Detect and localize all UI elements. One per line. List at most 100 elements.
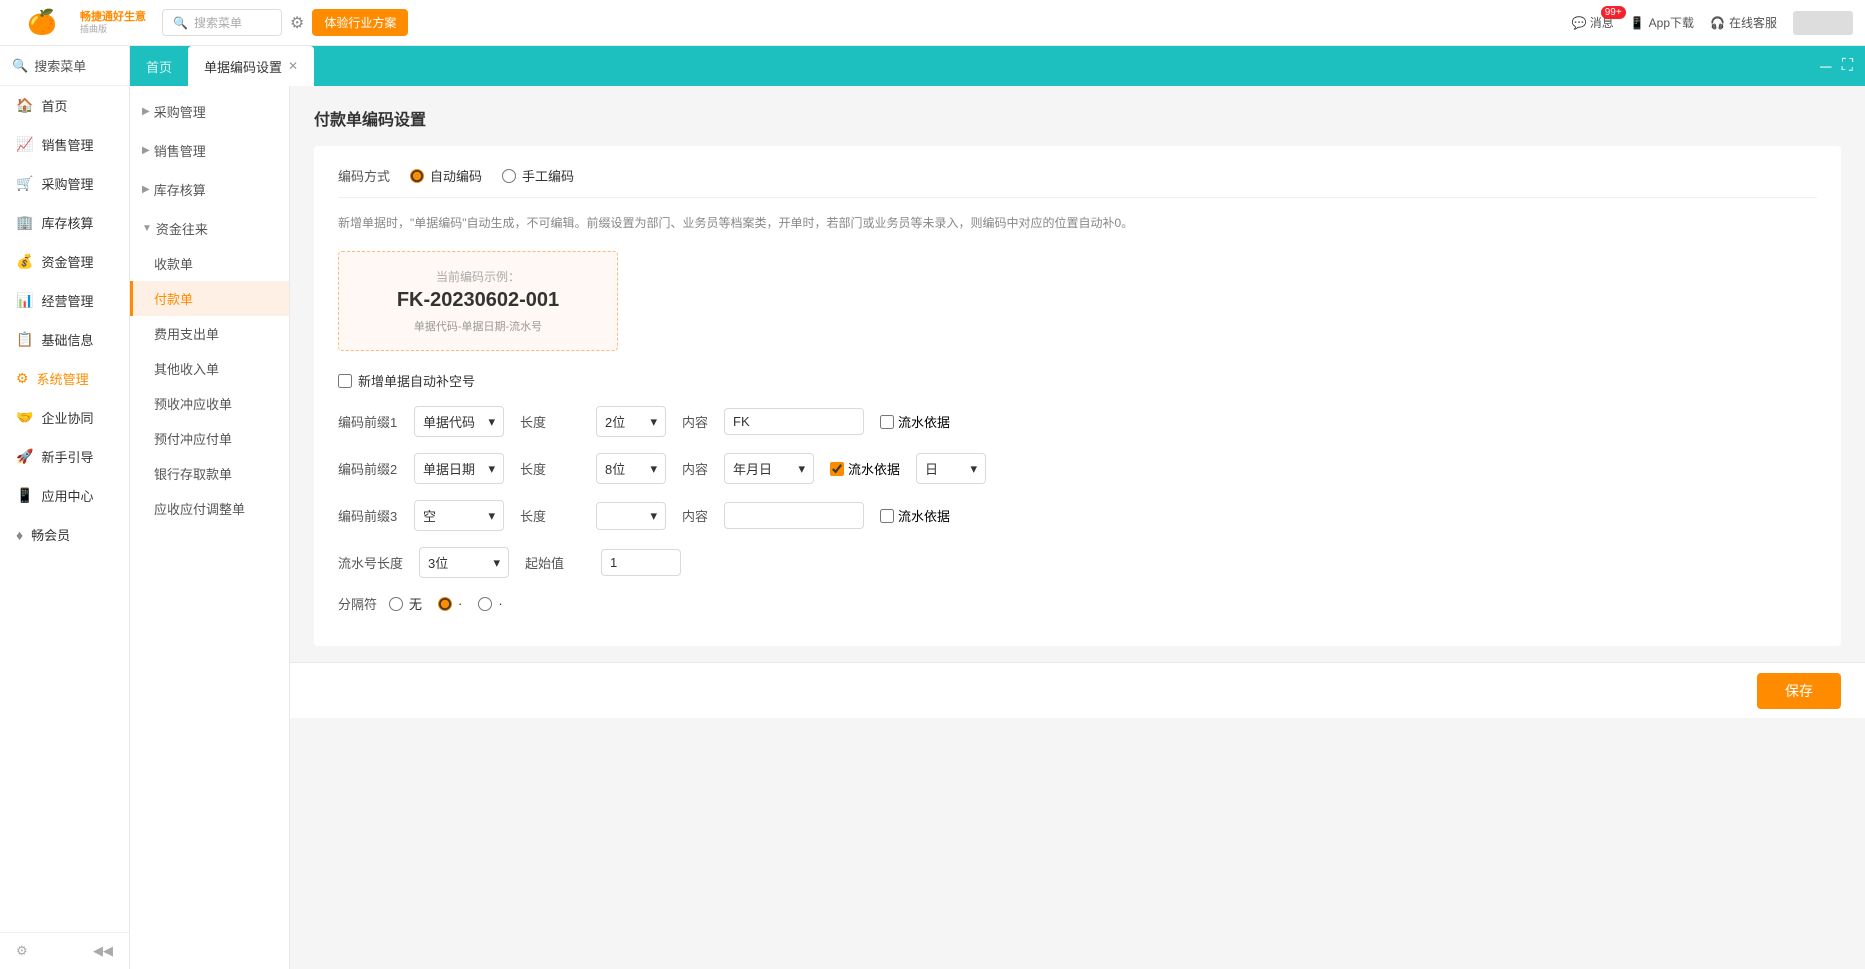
sidebar-item-guide[interactable]: 🚀 新手引导: [0, 437, 129, 476]
sep-none-radio[interactable]: [389, 597, 403, 611]
online-service[interactable]: 🎧 在线客服: [1710, 14, 1777, 31]
sidebar-label-finance: 资金管理: [41, 252, 93, 271]
sub-menu-header-sales[interactable]: ▶ 销售管理: [130, 133, 289, 168]
sub-menu-header-purchase[interactable]: ▶ 采购管理: [130, 94, 289, 129]
sep-dot-radio[interactable]: [438, 597, 452, 611]
header-left: 🍊 畅捷通好生意 插曲版 🔍 搜索菜单 ⚙ 体验行业方案: [12, 5, 408, 41]
sub-menu-stock-label: 库存核算: [154, 180, 206, 199]
sub-item-bank-label: 银行存取款单: [154, 467, 232, 482]
content3-input[interactable]: [724, 502, 864, 529]
search-placeholder: 搜索菜单: [194, 14, 242, 31]
operations-icon: 📊: [16, 292, 33, 309]
length3-select[interactable]: ▾: [596, 502, 666, 530]
sidebar-nav: 🏠 首页 📈 销售管理 🛒 采购管理 🏢 库存核算 💰 资金管理 📊 经: [0, 86, 129, 932]
sub-item-bank[interactable]: 银行存取款单: [130, 456, 289, 491]
purchase-icon: 🛒: [16, 175, 33, 192]
sidebar-search-icon: 🔍: [12, 58, 28, 74]
sub-menu-sales-label: 销售管理: [154, 141, 206, 160]
sub-item-other-income[interactable]: 其他收入单: [130, 351, 289, 386]
sidebar-item-system[interactable]: ⚙ 系统管理: [0, 359, 129, 398]
header-search-box[interactable]: 🔍 搜索菜单: [162, 9, 282, 36]
sidebar-item-finance[interactable]: 💰 资金管理: [0, 242, 129, 281]
auto-fill-checkbox[interactable]: [338, 374, 352, 388]
serial-length-select[interactable]: 3位 ▾: [419, 547, 509, 578]
watermark2-checkbox[interactable]: [830, 462, 844, 476]
prefix2-select[interactable]: 单据日期 ▾: [414, 453, 504, 484]
tab-home[interactable]: 首页: [130, 46, 188, 86]
message-icon: 💬: [1572, 16, 1587, 30]
sidebar-item-apps[interactable]: 📱 应用中心: [0, 476, 129, 515]
sub-item-advance-pay[interactable]: 预付冲应付单: [130, 421, 289, 456]
brand-name: 畅捷通好生意: [80, 11, 146, 24]
sub-menu-header-capital[interactable]: ▼ 资金往来: [130, 211, 289, 246]
length2-dropdown-icon: ▾: [650, 461, 657, 477]
app-download[interactable]: 📱 App下载: [1630, 14, 1694, 31]
tab-close-icon[interactable]: ✕: [288, 59, 298, 73]
save-button[interactable]: 保存: [1757, 673, 1841, 709]
sub-item-advance-pay-label: 预付冲应付单: [154, 432, 232, 447]
length3-dropdown-icon: ▾: [650, 508, 657, 524]
trial-btn[interactable]: 体验行业方案: [312, 9, 408, 36]
sidebar-item-base[interactable]: 📋 基础信息: [0, 320, 129, 359]
sidebar-item-sales[interactable]: 📈 销售管理: [0, 125, 129, 164]
settings-gear-icon[interactable]: ⚙: [16, 943, 28, 959]
manual-encode-radio[interactable]: [502, 169, 516, 183]
tab-bar: 首页 单据编码设置 ✕ － ⛶: [130, 46, 1865, 86]
manual-encode-option[interactable]: 手工编码: [502, 166, 574, 185]
tab-code-settings[interactable]: 单据编码设置 ✕: [188, 46, 314, 86]
tab-expand-icon[interactable]: ⛶: [1842, 57, 1853, 75]
brand-text: 畅捷通好生意 插曲版: [80, 11, 146, 35]
sidebar-search[interactable]: 🔍 搜索菜单: [0, 46, 129, 86]
watermark1-checkbox[interactable]: [880, 415, 894, 429]
tab-minimize-icon[interactable]: －: [1818, 54, 1834, 78]
user-avatar[interactable]: [1793, 11, 1853, 35]
sidebar-item-operations[interactable]: 📊 经营管理: [0, 281, 129, 320]
length1-label: 长度: [520, 412, 580, 431]
content1-input[interactable]: [724, 408, 864, 435]
watermark3-checkbox[interactable]: [880, 509, 894, 523]
settings-icon[interactable]: ⚙: [290, 13, 304, 33]
sidebar-item-inventory[interactable]: 🏢 库存核算: [0, 203, 129, 242]
prefix2-dropdown-icon: ▾: [488, 461, 495, 477]
chevron-right-icon3: ▶: [142, 184, 150, 195]
auto-fill-row: 新增单据自动补空号: [338, 371, 1817, 390]
sub-item-adjust[interactable]: 应收应付调整单: [130, 491, 289, 526]
prefix3-select[interactable]: 空 ▾: [414, 500, 504, 531]
water-unit-select[interactable]: 日 ▾: [916, 453, 986, 484]
prefix1-select[interactable]: 单据代码 ▾: [414, 406, 504, 437]
sep-none-option[interactable]: 无: [389, 594, 422, 613]
length2-select[interactable]: 8位 ▾: [596, 453, 666, 484]
sub-item-receipt[interactable]: 收款单: [130, 246, 289, 281]
length2-label: 长度: [520, 459, 580, 478]
sep-dot-option[interactable]: ·: [438, 596, 462, 611]
sub-item-advance-recv[interactable]: 预收冲应收单: [130, 386, 289, 421]
sidebar-item-home[interactable]: 🏠 首页: [0, 86, 129, 125]
sub-menu-header-stock[interactable]: ▶ 库存核算: [130, 172, 289, 207]
content2-select[interactable]: 年月日 ▾: [724, 453, 814, 484]
sidebar-label-home: 首页: [41, 96, 67, 115]
code-preview-value: FK-20230602-001: [363, 289, 593, 312]
sub-item-expense[interactable]: 费用支出单: [130, 316, 289, 351]
enterprise-icon: 🤝: [16, 409, 33, 426]
length1-select[interactable]: 2位 ▾: [596, 406, 666, 437]
encoding-mode-group: 编码方式 自动编码 手工编码: [338, 166, 1817, 198]
sidebar-item-purchase[interactable]: 🛒 采购管理: [0, 164, 129, 203]
app-download-label: App下载: [1649, 14, 1694, 31]
sep-dash-option[interactable]: ·: [478, 596, 502, 611]
message-button[interactable]: 💬 消息 99+: [1572, 14, 1614, 31]
collapse-sidebar-icon[interactable]: ◀◀: [93, 943, 113, 959]
serial-row: 流水号长度 3位 ▾ 起始值: [338, 547, 1817, 578]
sep-dash-radio[interactable]: [478, 597, 492, 611]
prefix1-value: 单据代码: [423, 412, 475, 431]
length1-dropdown-icon: ▾: [650, 414, 657, 430]
auto-encode-radio[interactable]: [410, 169, 424, 183]
start-value-input[interactable]: [601, 549, 681, 576]
sales-icon: 📈: [16, 136, 33, 153]
prefix1-label: 编码前缀1: [338, 412, 398, 431]
sidebar-item-member[interactable]: ♦ 畅会员: [0, 515, 129, 554]
sidebar-item-enterprise[interactable]: 🤝 企业协同: [0, 398, 129, 437]
chevron-down-icon: ▼: [142, 223, 152, 234]
sub-menu-stock: ▶ 库存核算: [130, 172, 289, 207]
sub-item-payment[interactable]: 付款单: [130, 281, 289, 316]
auto-encode-option[interactable]: 自动编码: [410, 166, 482, 185]
